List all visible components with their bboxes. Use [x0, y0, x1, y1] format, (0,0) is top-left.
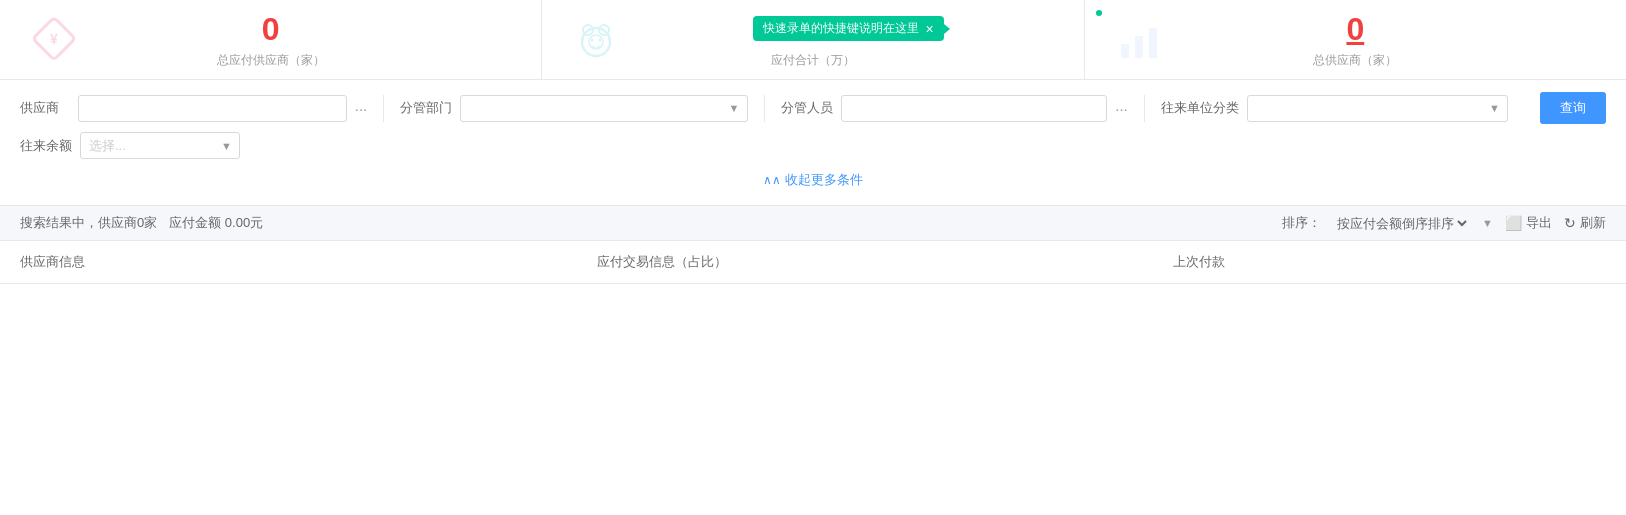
refresh-icon: ↻	[1564, 215, 1576, 231]
manager-input[interactable]	[841, 95, 1108, 122]
export-label: 导出	[1526, 214, 1552, 232]
query-button[interactable]: 查询	[1540, 92, 1606, 124]
results-bar: 搜索结果中，供应商0家 应付金额 0.00元 排序： 按应付会额倒序排序 ▼ ⬜…	[0, 206, 1626, 241]
svg-point-6	[591, 38, 594, 41]
total-suppliers-label: 总供应商（家）	[1313, 52, 1397, 69]
table-header: 供应商信息 应付交易信息（占比） 上次付款	[0, 241, 1626, 284]
payable-total-label: 应付合计（万）	[771, 52, 855, 69]
supplier-dots[interactable]: ···	[355, 100, 368, 117]
balance-select-wrapper: 选择... ▼	[80, 132, 240, 159]
filter-row-2: 往来余额 选择... ▼	[20, 132, 1606, 159]
unit-category-select-wrapper: ▼	[1247, 95, 1508, 122]
collapse-up-icon: ∧∧	[763, 173, 781, 187]
department-select[interactable]	[460, 95, 747, 122]
unit-category-label: 往来单位分类	[1161, 99, 1239, 117]
tooltip-text: 快速录单的快捷键说明在这里	[763, 20, 919, 37]
balance-select[interactable]: 选择...	[80, 132, 240, 159]
collapse-button[interactable]: ∧∧ 收起更多条件	[763, 171, 863, 189]
bear-icon	[572, 16, 620, 64]
query-btn-wrapper: 查询	[1540, 92, 1606, 124]
balance-label: 往来余额	[20, 137, 72, 155]
results-info: 搜索结果中，供应商0家 应付金额 0.00元	[20, 214, 263, 232]
stat-payable-suppliers: ¥ 0 总应付供应商（家）	[0, 0, 542, 79]
sort-label: 排序：	[1282, 214, 1321, 232]
payable-suppliers-number: 0	[262, 10, 280, 48]
col-transaction-header: 应付交易信息（占比）	[597, 253, 1174, 271]
supplier-filter-group: 供应商 ···	[20, 95, 384, 122]
chart-icon	[1115, 16, 1163, 64]
svg-point-7	[599, 38, 602, 41]
unit-category-select[interactable]	[1247, 95, 1508, 122]
svg-rect-10	[1149, 28, 1157, 58]
department-label: 分管部门	[400, 99, 452, 117]
unit-category-filter-group: 往来单位分类 ▼	[1161, 95, 1524, 122]
filter-section: 供应商 ··· 分管部门 ▼ 分管人员 ··· 往来单位分类	[0, 80, 1626, 206]
manager-dots[interactable]: ···	[1115, 100, 1128, 117]
table-section: 供应商信息 应付交易信息（占比） 上次付款	[0, 241, 1626, 515]
collapse-label: 收起更多条件	[785, 171, 863, 189]
svg-point-2	[582, 28, 610, 56]
total-suppliers-number: 0	[1346, 10, 1364, 48]
refresh-button[interactable]: ↻ 刷新	[1564, 214, 1606, 232]
sort-select[interactable]: 按应付会额倒序排序	[1333, 215, 1470, 232]
col-supplier-header: 供应商信息	[20, 253, 597, 271]
table-body	[0, 284, 1626, 515]
balance-filter-group: 往来余额 选择... ▼	[20, 132, 240, 159]
tooltip-dot	[1094, 8, 1104, 18]
svg-text:¥: ¥	[50, 31, 58, 47]
col-lastpay-header: 上次付款	[1173, 253, 1606, 271]
department-filter-group: 分管部门 ▼	[400, 95, 764, 122]
stat-total-suppliers: 0 总供应商（家）	[1085, 0, 1626, 79]
sort-chevron-icon: ▼	[1482, 217, 1493, 229]
export-button[interactable]: ⬜ 导出	[1505, 214, 1552, 232]
collapse-row: ∧∧ 收起更多条件	[20, 167, 1606, 197]
export-icon: ⬜	[1505, 215, 1522, 231]
tooltip-close-btn[interactable]: ×	[925, 22, 933, 36]
stats-bar: ¥ 0 总应付供应商（家） 快速录单的快捷键说明在这里 × 0.00 应付合计（…	[0, 0, 1626, 80]
supplier-input[interactable]	[78, 95, 347, 122]
svg-rect-8	[1121, 44, 1129, 58]
results-text: 搜索结果中，供应商0家	[20, 214, 157, 232]
diamond-icon: ¥	[30, 16, 78, 64]
department-select-wrapper: ▼	[460, 95, 747, 122]
refresh-label: 刷新	[1580, 214, 1606, 232]
results-amount: 应付金额 0.00元	[169, 214, 263, 232]
filter-row-1: 供应商 ··· 分管部门 ▼ 分管人员 ··· 往来单位分类	[20, 92, 1606, 124]
payable-suppliers-label: 总应付供应商（家）	[217, 52, 325, 69]
svg-point-5	[589, 35, 603, 49]
manager-label: 分管人员	[781, 99, 833, 117]
manager-filter-group: 分管人员 ···	[781, 95, 1145, 122]
stat-payable-total: 快速录单的快捷键说明在这里 × 0.00 应付合计（万）	[542, 0, 1084, 79]
tooltip: 快速录单的快捷键说明在这里 ×	[753, 16, 943, 41]
tooltip-container: 快速录单的快捷键说明在这里 ×	[1088, 8, 1104, 18]
supplier-label: 供应商	[20, 99, 70, 117]
svg-rect-9	[1135, 36, 1143, 58]
results-actions: 排序： 按应付会额倒序排序 ▼ ⬜ 导出 ↻ 刷新	[1282, 214, 1606, 232]
